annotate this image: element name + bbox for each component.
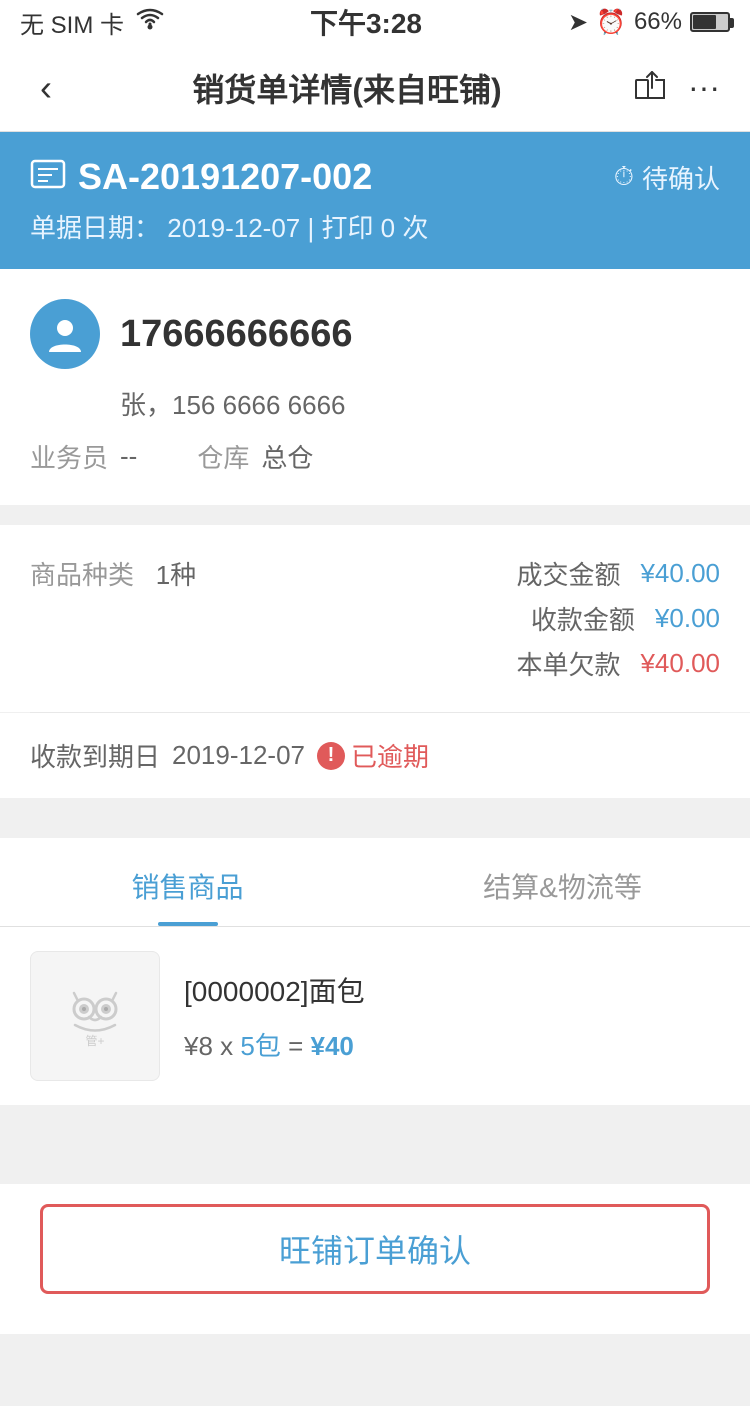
amount-label: 成交金额 bbox=[516, 555, 620, 592]
svg-text:管+: 管+ bbox=[85, 1033, 104, 1048]
product-list: 管+ [0000002]面包 ¥8 x 5包 = ¥40 bbox=[0, 927, 750, 1106]
customer-name: 张，156 6666 6666 bbox=[30, 385, 720, 422]
page-title: 销货单详情(来自旺铺) bbox=[192, 65, 501, 111]
tabs: 销售商品 结算&物流等 bbox=[0, 838, 750, 927]
salesperson-label: 业务员 bbox=[30, 438, 108, 475]
order-header: SA-20191207-002 ⏱ 待确认 单据日期： 2019-12-07 |… bbox=[0, 132, 750, 269]
more-icon[interactable]: ··· bbox=[688, 69, 720, 106]
warehouse-label: 仓库 bbox=[197, 438, 249, 475]
status-bar: 无 SIM 卡 下午3:28 ➤ ⏰ 66% bbox=[0, 0, 750, 44]
owed-label: 本单欠款 bbox=[516, 645, 620, 682]
wifi-icon bbox=[136, 8, 164, 37]
nav-actions: ··· bbox=[632, 66, 720, 110]
order-date: 单据日期： 2019-12-07 | 打印 0 次 bbox=[30, 208, 720, 245]
order-status: ⏱ 待确认 bbox=[614, 159, 720, 196]
summary-right: 成交金额 ¥40.00 收款金额 ¥0.00 本单欠款 ¥40.00 bbox=[516, 555, 720, 682]
product-price: ¥8 x 5包 = ¥40 bbox=[184, 1026, 720, 1063]
status-right: ➤ ⏰ 66% bbox=[568, 8, 730, 37]
battery-icon bbox=[690, 12, 730, 32]
divider-3 bbox=[0, 798, 750, 818]
due-date-label: 收款到期日 bbox=[30, 737, 160, 774]
warehouse-value: 总仓 bbox=[261, 438, 313, 475]
confirm-order-button[interactable]: 旺铺订单确认 bbox=[40, 1204, 710, 1294]
overdue-badge: ! 已逾期 bbox=[317, 737, 429, 774]
due-date-row: 收款到期日 2019-12-07 ! 已逾期 bbox=[0, 713, 750, 798]
back-button[interactable]: ‹ bbox=[30, 57, 62, 119]
table-row: 管+ [0000002]面包 ¥8 x 5包 = ¥40 bbox=[0, 927, 750, 1106]
product-type-label: 商品种类 bbox=[30, 560, 134, 590]
location-icon: ➤ bbox=[568, 8, 588, 37]
divider-1 bbox=[0, 505, 750, 525]
product-info: [0000002]面包 ¥8 x 5包 = ¥40 bbox=[184, 970, 720, 1063]
overdue-text: 已逾期 bbox=[351, 737, 429, 774]
amount-value: ¥40.00 bbox=[640, 558, 720, 589]
customer-card: 17666666666 张，156 6666 6666 业务员 -- 仓库 总仓 bbox=[0, 269, 750, 505]
carrier-text: 无 SIM 卡 bbox=[20, 5, 124, 40]
received-label: 收款金额 bbox=[531, 600, 635, 637]
order-icon bbox=[30, 156, 66, 198]
overdue-icon: ! bbox=[317, 742, 345, 770]
nav-bar: ‹ 销货单详情(来自旺铺) ··· bbox=[0, 44, 750, 132]
owed-value: ¥40.00 bbox=[640, 648, 720, 679]
product-thumbnail: 管+ bbox=[30, 951, 160, 1081]
customer-meta: 业务员 -- 仓库 总仓 bbox=[30, 438, 720, 475]
avatar bbox=[30, 299, 100, 369]
summary-card: 商品种类 1种 成交金额 ¥40.00 收款金额 ¥0.00 本单欠款 ¥40.… bbox=[0, 525, 750, 712]
alarm-icon: ⏰ bbox=[596, 8, 626, 37]
share-icon[interactable] bbox=[632, 66, 668, 110]
status-carrier: 无 SIM 卡 bbox=[20, 5, 164, 40]
bottom-bar: 旺铺订单确认 bbox=[0, 1184, 750, 1334]
clock-icon: ⏱ bbox=[614, 161, 634, 193]
battery-percent: 66% bbox=[634, 8, 682, 36]
tab-products[interactable]: 销售商品 bbox=[0, 838, 375, 926]
tab-settlement[interactable]: 结算&物流等 bbox=[375, 838, 750, 926]
salesperson-value: -- bbox=[120, 441, 137, 472]
product-name: [0000002]面包 bbox=[184, 970, 720, 1010]
status-time: 下午3:28 bbox=[310, 2, 422, 42]
due-date-value: 2019-12-07 bbox=[172, 740, 305, 771]
customer-phone: 17666666666 bbox=[120, 313, 352, 356]
product-type-value: 1种 bbox=[156, 560, 196, 590]
order-id: SA-20191207-002 bbox=[30, 156, 372, 198]
received-value: ¥0.00 bbox=[655, 603, 720, 634]
